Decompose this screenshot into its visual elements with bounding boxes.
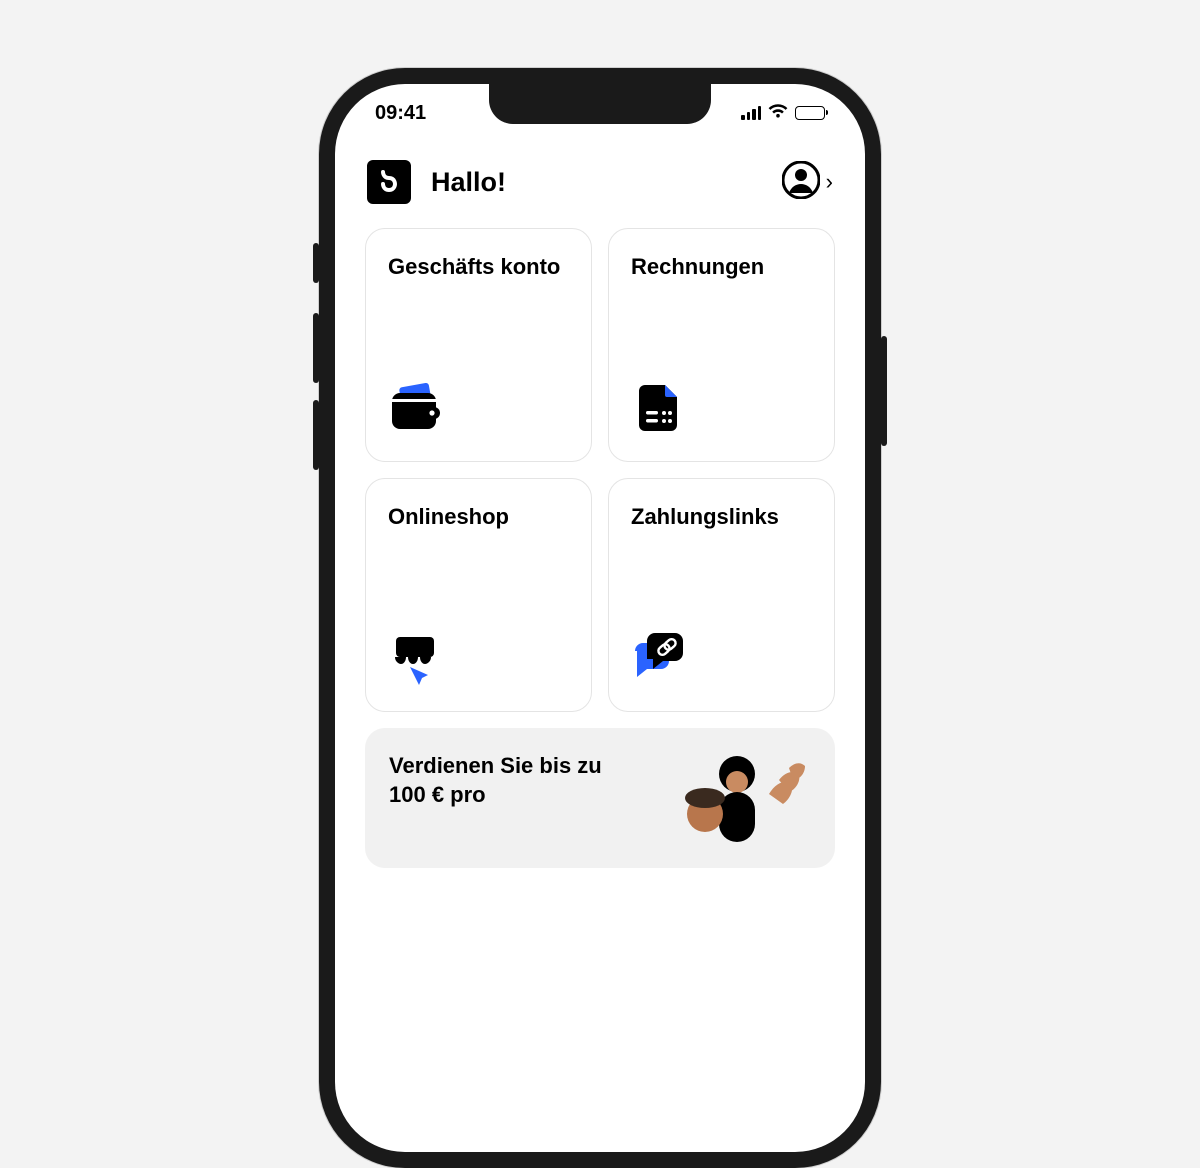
card-title: Rechnungen bbox=[631, 253, 812, 281]
storefront-icon bbox=[388, 629, 444, 685]
card-payment-links[interactable]: Zahlungslinks bbox=[608, 478, 835, 712]
chevron-right-icon: › bbox=[826, 169, 833, 195]
status-time: 09:41 bbox=[375, 102, 426, 125]
cellular-icon bbox=[741, 106, 761, 120]
card-onlineshop[interactable]: Onlineshop bbox=[365, 478, 592, 712]
status-indicators bbox=[741, 102, 825, 125]
app-header: Hallo! › bbox=[335, 142, 865, 228]
feature-grid: Geschäfts konto Rechnungen bbox=[335, 228, 865, 712]
card-title: Zahlungslinks bbox=[631, 503, 812, 531]
person-icon bbox=[782, 161, 820, 204]
link-chat-icon bbox=[631, 629, 687, 685]
banner-title: Verdienen Sie bis zu 100 € pro bbox=[389, 752, 634, 809]
referral-banner[interactable]: Verdienen Sie bis zu 100 € pro bbox=[365, 728, 835, 868]
phone-notch bbox=[489, 84, 711, 124]
app-logo-icon[interactable] bbox=[367, 160, 411, 204]
card-title: Geschäfts konto bbox=[388, 253, 569, 281]
card-title: Onlineshop bbox=[388, 503, 569, 531]
wallet-icon bbox=[388, 379, 444, 435]
card-business-account[interactable]: Geschäfts konto bbox=[365, 228, 592, 462]
phone-frame: 09:41 Hallo! bbox=[319, 68, 881, 1168]
profile-button[interactable]: › bbox=[782, 161, 833, 204]
wifi-icon bbox=[768, 102, 788, 125]
greeting-text: Hallo! bbox=[431, 167, 762, 198]
battery-icon bbox=[795, 106, 825, 120]
document-icon bbox=[631, 379, 687, 435]
phone-screen: 09:41 Hallo! bbox=[335, 84, 865, 1152]
people-illustration-icon bbox=[651, 752, 811, 857]
card-invoices[interactable]: Rechnungen bbox=[608, 228, 835, 462]
